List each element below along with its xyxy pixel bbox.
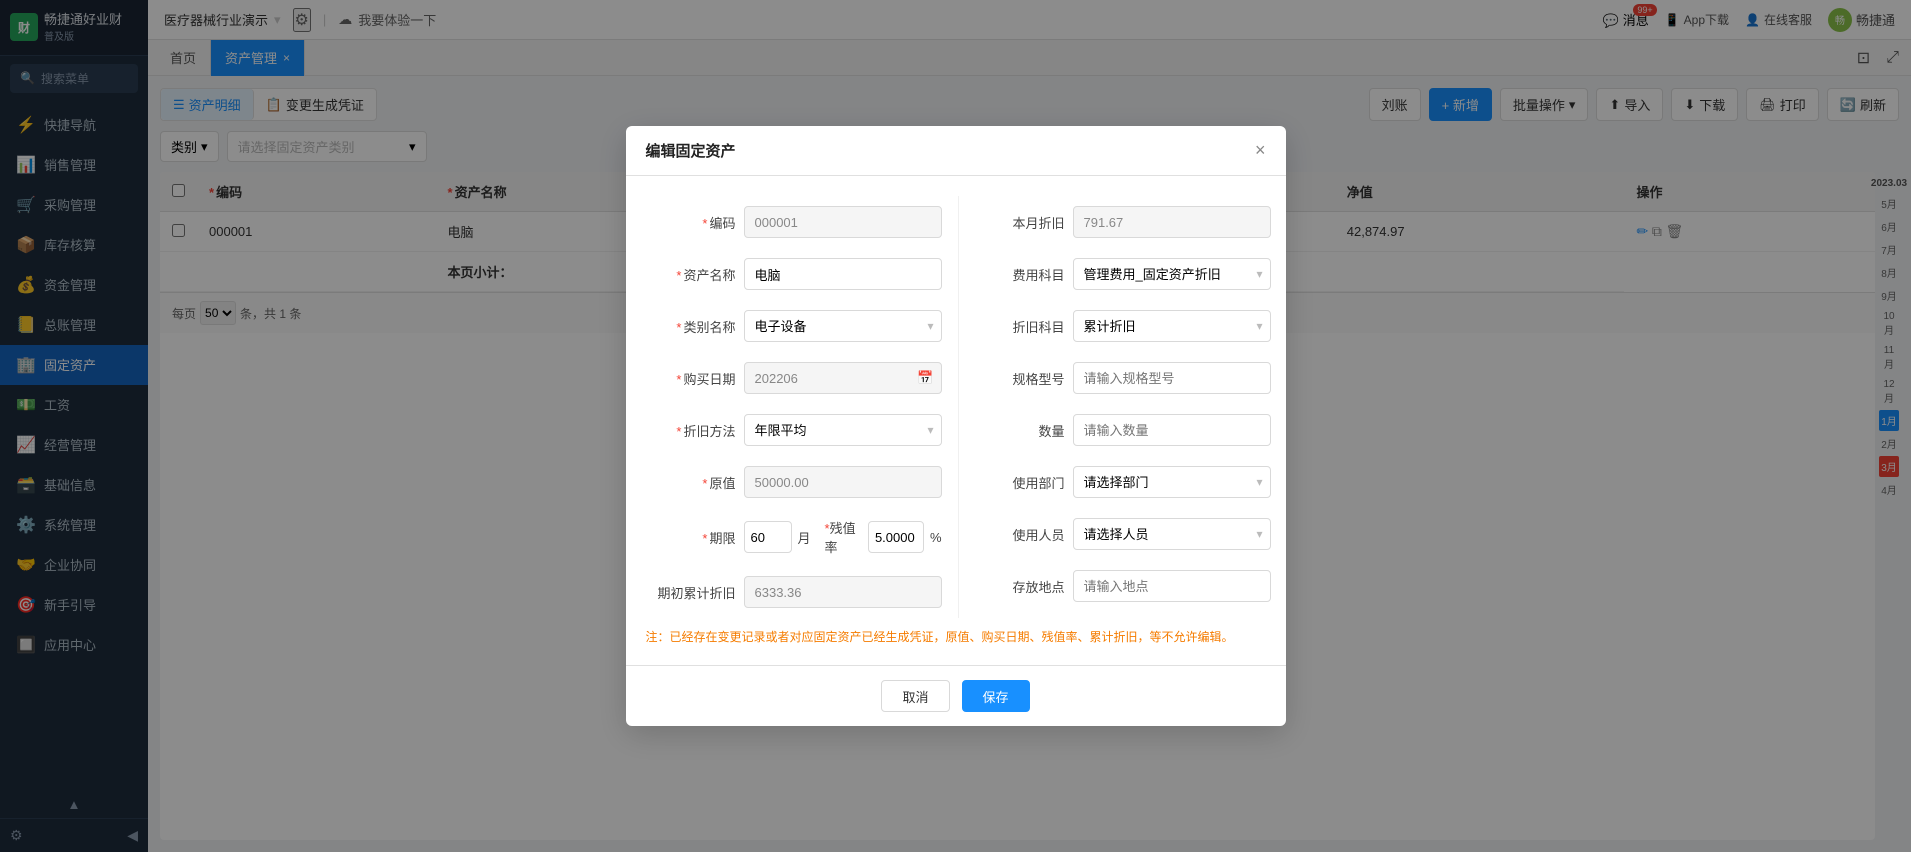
spec-input[interactable] <box>1073 362 1271 394</box>
spec-label: 规格型号 <box>975 369 1065 388</box>
modal-title: 编辑固定资产 <box>646 140 736 161</box>
user-select[interactable]: 请选择人员 <box>1073 518 1271 550</box>
code-input[interactable] <box>744 206 942 238</box>
form-row-initial-dep: 期初累计折旧 <box>646 566 942 618</box>
dep-account-label: 折旧科目 <box>975 317 1065 336</box>
modal-body: *编码 *资产名称 *类别名称 <box>626 176 1286 665</box>
form-row-monthly-dep: 本月折旧 <box>975 196 1271 248</box>
quantity-label: 数量 <box>975 421 1065 440</box>
form-row-user: 使用人员 请选择人员 ▾ <box>975 508 1271 560</box>
form-row-dep-method: *折旧方法 年限平均 ▾ <box>646 404 942 456</box>
monthly-dep-label: 本月折旧 <box>975 213 1065 232</box>
category-select[interactable]: 电子设备 <box>744 310 942 342</box>
purchase-date-input[interactable] <box>744 362 942 394</box>
expense-account-select-wrap: 管理费用_固定资产折旧 ▾ <box>1073 258 1271 290</box>
purchase-date-label: *购买日期 <box>646 369 736 388</box>
dep-account-select-wrap: 累计折旧 ▾ <box>1073 310 1271 342</box>
expense-account-label: 费用科目 <box>975 265 1065 284</box>
period-input[interactable] <box>744 521 792 553</box>
user-label: 使用人员 <box>975 525 1065 544</box>
code-label: *编码 <box>646 213 736 232</box>
period-inline: 月 *残值率 % <box>744 518 942 556</box>
form-row-dep-account: 折旧科目 累计折旧 ▾ <box>975 300 1271 352</box>
dep-method-label: *折旧方法 <box>646 421 736 440</box>
dep-method-select[interactable]: 年限平均 <box>744 414 942 446</box>
period-unit: 月 <box>798 528 811 547</box>
form-row-spec: 规格型号 <box>975 352 1271 404</box>
dept-label: 使用部门 <box>975 473 1065 492</box>
location-label: 存放地点 <box>975 577 1065 596</box>
expense-account-select[interactable]: 管理费用_固定资产折旧 <box>1073 258 1271 290</box>
form-right-col: 本月折旧 费用科目 管理费用_固定资产折旧 ▾ <box>959 196 1271 618</box>
form-left-col: *编码 *资产名称 *类别名称 <box>646 196 959 618</box>
asset-name-label: *资产名称 <box>646 265 736 284</box>
quantity-input[interactable] <box>1073 414 1271 446</box>
form-row-original-value: *原值 <box>646 456 942 508</box>
initial-dep-label: 期初累计折旧 <box>646 583 736 602</box>
form-row-period: *期限 月 *残值率 % <box>646 508 942 566</box>
dept-select-wrap: 请选择部门 ▾ <box>1073 466 1271 498</box>
form-row-expense-account: 费用科目 管理费用_固定资产折旧 ▾ <box>975 248 1271 300</box>
form-row-quantity: 数量 <box>975 404 1271 456</box>
user-select-wrap: 请选择人员 ▾ <box>1073 518 1271 550</box>
category-select-wrap: 电子设备 ▾ <box>744 310 942 342</box>
form-row-purchase-date: *购买日期 📅 <box>646 352 942 404</box>
dep-account-select[interactable]: 累计折旧 <box>1073 310 1271 342</box>
residual-rate-unit: % <box>930 530 942 545</box>
original-value-input[interactable] <box>744 466 942 498</box>
dept-select[interactable]: 请选择部门 <box>1073 466 1271 498</box>
form-grid: *编码 *资产名称 *类别名称 <box>646 196 1266 618</box>
form-row-asset-name: *资产名称 <box>646 248 942 300</box>
original-value-label: *原值 <box>646 473 736 492</box>
save-button[interactable]: 保存 <box>962 680 1030 712</box>
initial-dep-input[interactable] <box>744 576 942 608</box>
form-row-location: 存放地点 <box>975 560 1271 612</box>
dep-method-select-wrap: 年限平均 ▾ <box>744 414 942 446</box>
cancel-button[interactable]: 取消 <box>881 680 949 712</box>
purchase-date-wrap: 📅 <box>744 362 942 394</box>
modal-overlay: 编辑固定资产 × *编码 *资产名称 <box>0 0 1911 852</box>
monthly-dep-input[interactable] <box>1073 206 1271 238</box>
modal-note: 注：已经存在变更记录或者对应固定资产已经生成凭证，原值、购买日期、残值率、累计折… <box>646 618 1266 645</box>
form-row-code: *编码 <box>646 196 942 248</box>
period-label: *期限 <box>646 528 736 547</box>
form-row-dept: 使用部门 请选择部门 ▾ <box>975 456 1271 508</box>
location-input[interactable] <box>1073 570 1271 602</box>
residual-rate-label: *残值率 <box>825 518 862 556</box>
category-label: *类别名称 <box>646 317 736 336</box>
modal-close-button[interactable]: × <box>1255 140 1266 161</box>
modal-header: 编辑固定资产 × <box>626 126 1286 176</box>
form-row-category: *类别名称 电子设备 ▾ <box>646 300 942 352</box>
modal-footer: 取消 保存 <box>626 665 1286 726</box>
residual-rate-input[interactable] <box>868 521 924 553</box>
edit-asset-modal: 编辑固定资产 × *编码 *资产名称 <box>626 126 1286 726</box>
asset-name-input[interactable] <box>744 258 942 290</box>
